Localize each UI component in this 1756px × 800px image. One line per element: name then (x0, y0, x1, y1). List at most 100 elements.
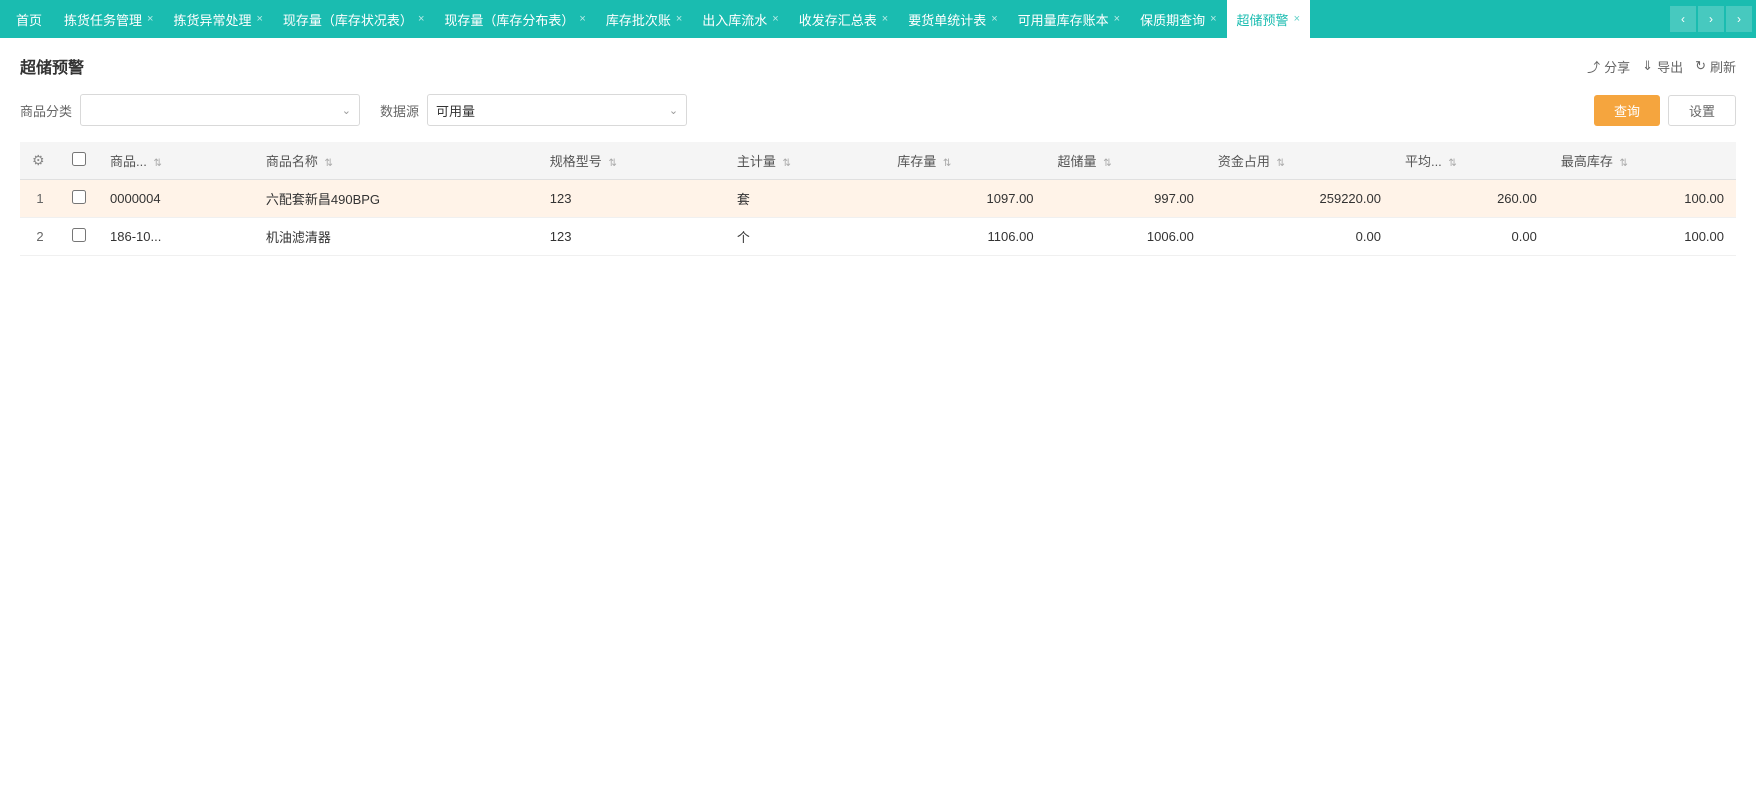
nav-tab-8[interactable]: 可用量库存账本 × (1008, 0, 1130, 38)
th-spec[interactable]: 规格型号 ⇅ (538, 142, 725, 180)
th-max[interactable]: 最高库存 ⇅ (1549, 142, 1736, 180)
th-unit[interactable]: 主计量 ⇅ (725, 142, 885, 180)
datasource-label: 数据源 (380, 101, 419, 120)
category-select[interactable]: ⌄ (80, 94, 360, 126)
cell-code-1: 186-10... (98, 218, 254, 256)
cell-max-1: 100.00 (1549, 218, 1736, 256)
datasource-value: 可用量 (436, 101, 475, 120)
nav-tab-5[interactable]: 出入库流水 × (692, 0, 788, 38)
page-title: 超储预警 (20, 54, 84, 78)
close-tab-6[interactable]: × (882, 13, 888, 25)
cell-capital-0: 259220.00 (1206, 180, 1393, 218)
nav-home[interactable]: 首页 (4, 0, 54, 38)
cell-cb-0[interactable] (60, 180, 98, 218)
sort-icon-spec: ⇅ (608, 158, 616, 169)
cell-over-1: 1006.00 (1046, 218, 1206, 256)
cell-index-1: 2 (20, 218, 60, 256)
category-arrow-icon: ⌄ (342, 104, 351, 117)
export-icon: ⇓ (1642, 58, 1653, 74)
sort-icon-code: ⇅ (153, 158, 161, 169)
nav-tab-10[interactable]: 超储预警 × (1227, 0, 1310, 38)
sort-icon-name: ⇅ (325, 158, 333, 169)
data-table: ⚙ 商品... ⇅ 商品名称 ⇅ 规格型号 ⇅ 主计量 (20, 142, 1736, 256)
datasource-select[interactable]: 可用量 ⌄ (427, 94, 687, 126)
table-header-row: ⚙ 商品... ⇅ 商品名称 ⇅ 规格型号 ⇅ 主计量 (20, 142, 1736, 180)
cell-spec-0: 123 (538, 180, 725, 218)
refresh-button[interactable]: ↻ 刷新 (1695, 57, 1736, 76)
close-tab-4[interactable]: × (676, 13, 682, 25)
cell-spec-1: 123 (538, 218, 725, 256)
datasource-filter-group: 数据源 可用量 ⌄ (380, 94, 687, 126)
header-actions: ⤴ 分享 ⇓ 导出 ↻ 刷新 (1587, 57, 1736, 76)
cell-over-0: 997.00 (1046, 180, 1206, 218)
th-avg[interactable]: 平均... ⇅ (1393, 142, 1549, 180)
close-tab-8[interactable]: × (1114, 13, 1120, 25)
cell-code-0: 0000004 (98, 180, 254, 218)
sort-icon-over: ⇅ (1103, 158, 1111, 169)
nav-expand-button[interactable]: › (1726, 6, 1752, 32)
th-name[interactable]: 商品名称 ⇅ (254, 142, 538, 180)
cell-avg-1: 0.00 (1393, 218, 1549, 256)
top-navigation: 首页 拣货任务管理 × 拣货异常处理 × 现存量（库存状况表） × 现存量（库存… (0, 0, 1756, 38)
settings-button[interactable]: 设置 (1668, 95, 1736, 126)
table-row: 1 0000004 六配套新昌490BPG 123 套 1097.00 997.… (20, 180, 1736, 218)
nav-tab-0[interactable]: 拣货任务管理 × (54, 0, 163, 38)
table-body: 1 0000004 六配套新昌490BPG 123 套 1097.00 997.… (20, 180, 1736, 256)
close-tab-3[interactable]: × (579, 13, 585, 25)
category-filter-group: 商品分类 ⌄ (20, 94, 360, 126)
share-icon: ⤴ (1587, 57, 1600, 76)
cell-name-1: 机油滤清器 (254, 218, 538, 256)
nav-tab-9[interactable]: 保质期查询 × (1130, 0, 1226, 38)
th-code[interactable]: 商品... ⇅ (98, 142, 254, 180)
select-all-checkbox[interactable] (72, 152, 86, 166)
cell-stock-0: 1097.00 (885, 180, 1045, 218)
cell-name-0: 六配套新昌490BPG (254, 180, 538, 218)
th-checkbox[interactable] (60, 142, 98, 180)
nav-tab-7[interactable]: 要货单统计表 × (898, 0, 1007, 38)
row-checkbox-1[interactable] (72, 228, 86, 242)
close-tab-5[interactable]: × (772, 13, 778, 25)
share-button[interactable]: ⤴ 分享 (1587, 57, 1630, 76)
export-button[interactable]: ⇓ 导出 (1642, 57, 1683, 76)
close-tab-0[interactable]: × (147, 13, 153, 25)
cell-cb-1[interactable] (60, 218, 98, 256)
cell-capital-1: 0.00 (1206, 218, 1393, 256)
refresh-icon: ↻ (1695, 58, 1706, 74)
query-button[interactable]: 查询 (1594, 95, 1660, 126)
th-stock[interactable]: 库存量 ⇅ (885, 142, 1045, 180)
cell-index-0: 1 (20, 180, 60, 218)
nav-next-button[interactable]: › (1698, 6, 1724, 32)
page-content: 超储预警 ⤴ 分享 ⇓ 导出 ↻ 刷新 商品分类 ⌄ 数据源 (0, 38, 1756, 272)
cell-unit-1: 个 (725, 218, 885, 256)
gear-icon: ⚙ (32, 152, 45, 168)
row-checkbox-0[interactable] (72, 190, 86, 204)
sort-icon-unit: ⇅ (783, 158, 791, 169)
close-tab-9[interactable]: × (1210, 13, 1216, 25)
cell-unit-0: 套 (725, 180, 885, 218)
nav-tab-4[interactable]: 库存批次账 × (596, 0, 692, 38)
nav-tab-6[interactable]: 收发存汇总表 × (789, 0, 898, 38)
th-gear[interactable]: ⚙ (20, 142, 60, 180)
nav-prev-button[interactable]: ‹ (1670, 6, 1696, 32)
filter-right-actions: 查询 设置 (1594, 95, 1736, 126)
sort-icon-capital: ⇅ (1277, 158, 1285, 169)
nav-tab-1[interactable]: 拣货异常处理 × (163, 0, 272, 38)
th-over[interactable]: 超储量 ⇅ (1046, 142, 1206, 180)
cell-max-0: 100.00 (1549, 180, 1736, 218)
nav-arrows: ‹ › › (1670, 6, 1752, 32)
close-tab-10[interactable]: × (1294, 13, 1300, 25)
cell-stock-1: 1106.00 (885, 218, 1045, 256)
datasource-arrow-icon: ⌄ (669, 104, 678, 117)
close-tab-2[interactable]: × (418, 13, 424, 25)
th-capital[interactable]: 资金占用 ⇅ (1206, 142, 1393, 180)
nav-tab-3[interactable]: 现存量（库存分布表） × (434, 0, 595, 38)
nav-tab-2[interactable]: 现存量（库存状况表） × (273, 0, 434, 38)
close-tab-1[interactable]: × (256, 13, 262, 25)
cell-avg-0: 260.00 (1393, 180, 1549, 218)
sort-icon-max: ⇅ (1619, 158, 1627, 169)
sort-icon-stock: ⇅ (943, 158, 951, 169)
category-label: 商品分类 (20, 101, 72, 120)
filter-bar: 商品分类 ⌄ 数据源 可用量 ⌄ 查询 设置 (20, 94, 1736, 126)
sort-icon-avg: ⇅ (1448, 158, 1456, 169)
close-tab-7[interactable]: × (991, 13, 997, 25)
